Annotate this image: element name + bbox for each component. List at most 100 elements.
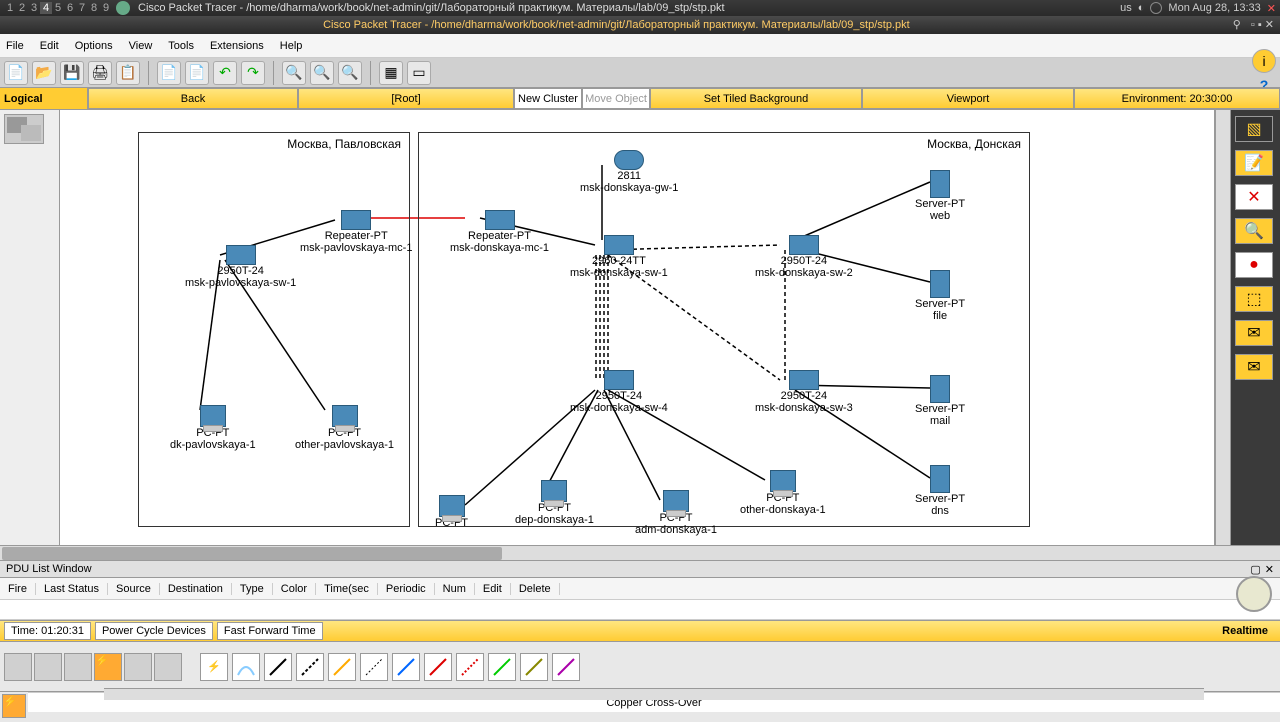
device-sw3[interactable]: 2950T-24msk-donskaya-sw-3 [755,370,853,414]
device-pc_dep[interactable]: PC-PTdep-donskaya-1 [515,480,594,526]
straight-cable[interactable] [264,653,292,681]
menu-view[interactable]: View [129,40,153,52]
workspace-7[interactable]: 7 [76,2,88,14]
workspace-2[interactable]: 2 [16,2,28,14]
device-pc_adm[interactable]: PC-PTadm-donskaya-1 [635,490,717,536]
device-rep1[interactable]: Repeater-PTmsk-pavlovskaya-mc-1 [300,210,412,254]
topology-canvas[interactable]: Москва, ПавловскаяМосква, Донская2811msk… [60,110,1215,545]
workspace-8[interactable]: 8 [88,2,100,14]
pdu-col[interactable]: Color [273,583,316,595]
menu-help[interactable]: Help [280,40,303,52]
device-srv_dns[interactable]: Server-PTdns [915,465,965,517]
open-file-button[interactable]: 📂 [32,61,56,85]
clock[interactable]: Mon Aug 28, 13:33 [1168,2,1260,14]
usb-cable[interactable] [520,653,548,681]
fast-forward-button[interactable]: Fast Forward Time [217,622,323,640]
max-icon[interactable]: ▪ [1258,19,1262,31]
auto-cable[interactable]: ⚡ [200,653,228,681]
info-button[interactable]: i [1252,49,1276,73]
new-cluster-button[interactable]: New Cluster [514,88,582,109]
redo-button[interactable]: ↷ [241,61,265,85]
device-pc_dkp[interactable]: PC-PTdk-pavlovskaya-1 [170,405,256,451]
device-srv_file[interactable]: Server-PTfile [915,270,965,322]
coax-cable[interactable] [392,653,420,681]
hub-category[interactable] [64,653,92,681]
device-sw2[interactable]: 2950T-24msk-donskaya-sw-2 [755,235,853,279]
pin-icon[interactable]: ⚲ [1233,19,1241,31]
pdu-col[interactable]: Destination [160,583,232,595]
pdu-col[interactable]: Fire [0,583,36,595]
close-icon[interactable]: ✕ [1267,2,1276,15]
realtime-tab[interactable]: Realtime [1214,625,1276,637]
scenario-tool[interactable]: ⚡ [2,694,26,718]
canvas-scrollbar-horizontal[interactable] [0,545,1280,560]
zoom-out-button[interactable]: 🔍 [338,61,362,85]
note-tool[interactable]: 📝 [1235,150,1273,176]
device-sw1[interactable]: 2960-24TTmsk-donskaya-sw-1 [570,235,668,279]
dialog-button[interactable]: ▭ [407,61,431,85]
menu-extensions[interactable]: Extensions [210,40,264,52]
undo-button[interactable]: ↶ [213,61,237,85]
tray-icon[interactable]: ◐ [1138,2,1145,14]
menu-file[interactable]: File [6,40,24,52]
realtime-clock-icon[interactable] [1236,576,1272,612]
complex-pdu-tool[interactable]: ✉ [1235,354,1273,380]
zoom-in-button[interactable]: 🔍 [282,61,306,85]
wan-category[interactable] [154,653,182,681]
close-window-icon[interactable]: ✕ [1265,19,1274,31]
zoom-reset-button[interactable]: 🔍 [310,61,334,85]
power-cycle-button[interactable]: Power Cycle Devices [95,622,213,640]
save-button[interactable]: 💾 [60,61,84,85]
pdu-col[interactable]: Delete [511,583,560,595]
device-rep2[interactable]: Repeater-PTmsk-donskaya-mc-1 [450,210,549,254]
inspect-tool[interactable]: 🔍 [1235,218,1273,244]
resize-tool[interactable]: ● [1235,252,1273,278]
draw-tool[interactable]: ⬚ [1235,286,1273,312]
pdu-col[interactable]: Edit [475,583,511,595]
device-srv_web[interactable]: Server-PTweb [915,170,965,222]
palette-button[interactable]: ▦ [379,61,403,85]
workspace-9[interactable]: 9 [100,2,112,14]
min-icon[interactable]: ▫ [1251,19,1255,31]
device-srv_mail[interactable]: Server-PTmail [915,375,965,427]
device-swp[interactable]: 2950T-24msk-pavlovskaya-sw-1 [185,245,296,289]
wizard-button[interactable]: 📋 [116,61,140,85]
root-button[interactable]: [Root] [298,88,514,109]
pdu-col[interactable]: Time(sec [316,583,378,595]
menu-edit[interactable]: Edit [40,40,59,52]
workspace-5[interactable]: 5 [52,2,64,14]
delete-tool[interactable]: ✕ [1235,184,1273,210]
crossover-cable[interactable] [296,653,324,681]
console-cable[interactable] [232,653,260,681]
paste-button[interactable]: 📄 [185,61,209,85]
pdu-col[interactable]: Periodic [378,583,435,595]
device-pc_other[interactable]: PC-PTother-donskaya-1 [740,470,826,516]
set-tiled-bg-button[interactable]: Set Tiled Background [650,88,862,109]
workspace-6[interactable]: 6 [64,2,76,14]
device-pc_pt[interactable]: PC-PT [435,495,468,529]
device-pc_otherp[interactable]: PC-PTother-pavlovskaya-1 [295,405,394,451]
connections-category[interactable]: ⚡ [94,653,122,681]
pdu-col[interactable]: Num [435,583,475,595]
switch-category[interactable] [34,653,62,681]
tray-icon-2[interactable] [1150,2,1162,14]
device-sw4[interactable]: 2950T-24msk-donskaya-sw-4 [570,370,668,414]
phone-cable[interactable] [360,653,388,681]
viewport-button[interactable]: Viewport [862,88,1074,109]
menu-tools[interactable]: Tools [168,40,194,52]
fiber-cable[interactable] [328,653,356,681]
pdu-col[interactable]: Source [108,583,160,595]
tool-selector[interactable] [4,114,44,144]
custom-cable[interactable] [552,653,580,681]
pdu-col[interactable]: Type [232,583,273,595]
pdu-col[interactable]: Last Status [36,583,108,595]
enddevice-category[interactable] [124,653,152,681]
select-tool[interactable]: ▧ [1235,116,1273,142]
new-file-button[interactable]: 📄 [4,61,28,85]
simple-pdu-tool[interactable]: ✉ [1235,320,1273,346]
serial-dce-cable[interactable] [424,653,452,681]
router-category[interactable] [4,653,32,681]
locale-indicator[interactable]: us [1120,2,1132,14]
octal-cable[interactable] [488,653,516,681]
environment-label[interactable]: Environment: 20:30:00 [1074,88,1280,109]
